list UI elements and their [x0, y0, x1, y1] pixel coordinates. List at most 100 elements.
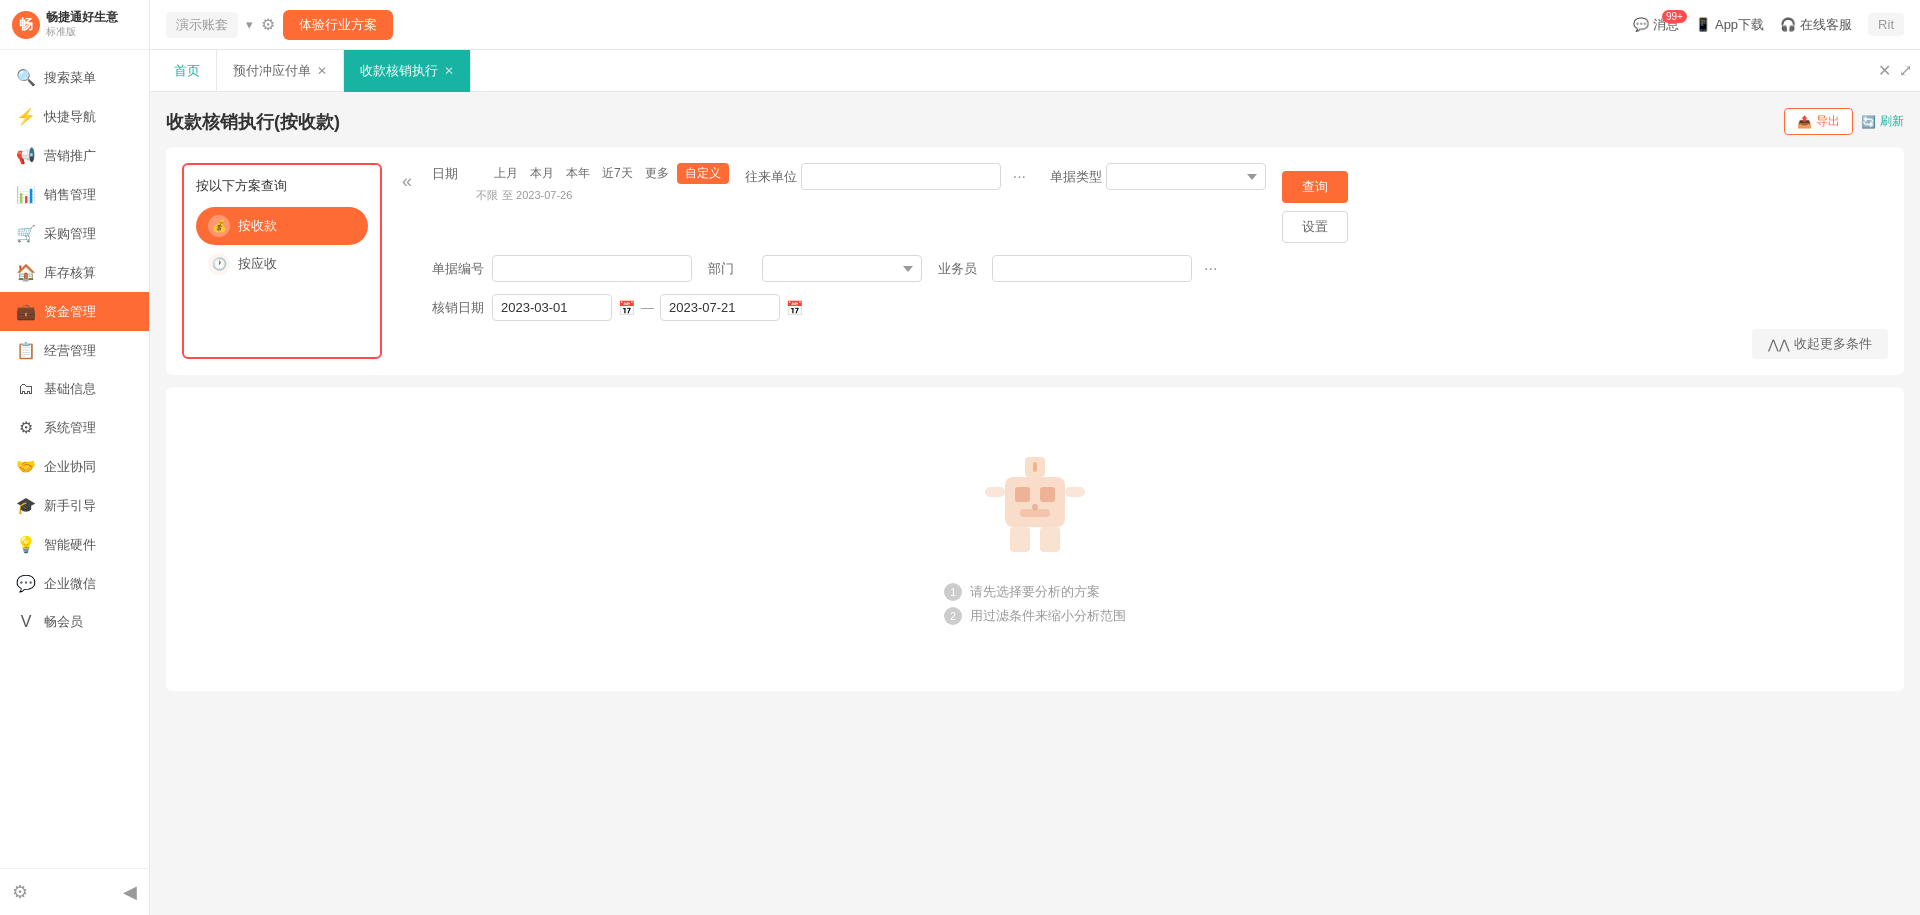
- doc-type-label: 单据类型: [1050, 168, 1102, 186]
- page-header: 收款核销执行(按收款) 📤 导出 🔄 刷新: [166, 108, 1904, 135]
- tab-prepay-close[interactable]: ✕: [317, 64, 327, 78]
- filter-row-3: 核销日期 📅 — 📅: [432, 294, 1888, 321]
- partner-field: 往来单位 ···: [745, 163, 1034, 190]
- sidebar-bottom: ⚙ ◀: [0, 868, 149, 915]
- receivable-label: 按应收: [238, 255, 277, 273]
- sidebar-item-采购管理[interactable]: 🛒采购管理: [0, 214, 149, 253]
- sidebar-item-新手引导[interactable]: 🎓新手引导: [0, 486, 149, 525]
- solution-button[interactable]: 体验行业方案: [283, 10, 393, 40]
- settings-gear-icon[interactable]: ⚙: [261, 15, 275, 34]
- tab-writeoff[interactable]: 收款核销执行 ✕: [344, 50, 471, 92]
- svg-rect-9: [1040, 527, 1060, 552]
- tab-home[interactable]: 首页: [158, 50, 217, 92]
- writeoff-start-input[interactable]: [492, 294, 612, 321]
- partner-more-icon[interactable]: ···: [1005, 168, 1034, 186]
- date-last-7days[interactable]: 近7天: [598, 163, 637, 184]
- doc-no-input[interactable]: [492, 255, 692, 282]
- svg-point-10: [1032, 504, 1038, 510]
- sidebar-item-企业微信[interactable]: 💬企业微信: [0, 564, 149, 603]
- nav-icon: ⚡: [16, 107, 36, 126]
- sidebar-item-智能硬件[interactable]: 💡智能硬件: [0, 525, 149, 564]
- close-window-icon[interactable]: ✕: [1878, 61, 1891, 80]
- nav-icon: V: [16, 613, 36, 631]
- doc-type-select[interactable]: [1106, 163, 1266, 190]
- sidebar-item-基础信息[interactable]: 🗂基础信息: [0, 370, 149, 408]
- staff-more-icon[interactable]: ···: [1196, 260, 1225, 278]
- sidebar-item-快捷导航[interactable]: ⚡ 快捷导航: [0, 97, 149, 136]
- staff-input[interactable]: [992, 255, 1192, 282]
- svg-rect-8: [1010, 527, 1030, 552]
- page-title: 收款核销执行(按收款): [166, 110, 340, 134]
- app-download-button[interactable]: 📱 App下载: [1695, 16, 1764, 34]
- writeoff-end-input[interactable]: [660, 294, 780, 321]
- settings-icon[interactable]: ⚙: [12, 881, 28, 903]
- date-more[interactable]: 更多: [641, 163, 673, 184]
- writeoff-start-cal-icon[interactable]: 📅: [618, 300, 635, 316]
- export-button[interactable]: 📤 导出: [1784, 108, 1853, 135]
- nav-icon: 📢: [16, 146, 36, 165]
- sidebar-item-销售管理[interactable]: 📊销售管理: [0, 175, 149, 214]
- date-this-year[interactable]: 本年: [562, 163, 594, 184]
- filter-option-by-receivable[interactable]: 🕐 按应收: [196, 245, 368, 283]
- writeoff-end-cal-icon[interactable]: 📅: [786, 300, 803, 316]
- sidebar-item-资金管理[interactable]: 💼资金管理: [0, 292, 149, 331]
- nav-icon: 🔍: [16, 68, 36, 87]
- nav-label: 采购管理: [44, 225, 96, 243]
- date-custom-btn[interactable]: 自定义: [677, 163, 729, 184]
- date-field: 日期 上月 本月 本年 近7天 更多 自定义 不限: [432, 163, 729, 203]
- query-button[interactable]: 查询: [1282, 171, 1348, 203]
- company-selector[interactable]: 演示账套: [166, 12, 238, 38]
- dept-select[interactable]: [762, 255, 922, 282]
- expand-window-icon[interactable]: ⤢: [1899, 61, 1912, 80]
- tabs-window-controls: ✕ ⤢: [1878, 61, 1912, 80]
- logo-text-group: 畅捷通好生意 标准版: [46, 10, 118, 38]
- empty-tips: 1 请先选择要分析的方案 2 用过滤条件来缩小分析范围: [944, 583, 1126, 631]
- partner-label: 往来单位: [745, 168, 797, 186]
- setting-button[interactable]: 设置: [1282, 211, 1348, 243]
- user-profile[interactable]: Rit: [1868, 13, 1904, 36]
- sidebar-item-营销推广[interactable]: 📢 营销推广: [0, 136, 149, 175]
- sidebar-item-经营管理[interactable]: 📋经营管理: [0, 331, 149, 370]
- tab-prepay[interactable]: 预付冲应付单 ✕: [217, 50, 344, 92]
- filter-row-2: 单据编号 部门 业务员 ···: [432, 255, 1888, 282]
- nav-label: 营销推广: [44, 147, 96, 165]
- nav-label: 企业协同: [44, 458, 96, 476]
- collapse-sidebar-icon[interactable]: ◀: [123, 881, 137, 903]
- filter-row-1: 日期 上月 本月 本年 近7天 更多 自定义 不限: [432, 163, 1888, 243]
- nav-icon: 🗂: [16, 380, 36, 398]
- nav-label: 智能硬件: [44, 536, 96, 554]
- partner-input[interactable]: [801, 163, 1001, 190]
- sidebar-item-企业协同[interactable]: 🤝企业协同: [0, 447, 149, 486]
- filter-collapse-button[interactable]: «: [394, 167, 420, 196]
- nav-label: 新手引导: [44, 497, 96, 515]
- tab-writeoff-close[interactable]: ✕: [444, 64, 454, 78]
- sidebar-item-搜索菜单[interactable]: 🔍搜索菜单: [0, 58, 149, 97]
- empty-tip-2: 2 用过滤条件来缩小分析范围: [944, 607, 1126, 625]
- message-button[interactable]: 💬 消息 99+: [1633, 16, 1679, 34]
- collapse-more-button[interactable]: ⋀⋀ 收起更多条件: [1752, 329, 1888, 359]
- sidebar-item-库存核算[interactable]: 🏠库存核算: [0, 253, 149, 292]
- tip-text-2: 用过滤条件来缩小分析范围: [970, 607, 1126, 625]
- doc-type-field: 单据类型: [1050, 163, 1266, 190]
- message-icon: 💬: [1633, 17, 1649, 32]
- date-this-month[interactable]: 本月: [526, 163, 558, 184]
- tab-bar: 首页 预付冲应付单 ✕ 收款核销执行 ✕ ✕ ⤢: [150, 50, 1920, 92]
- app-edition: 标准版: [46, 25, 118, 39]
- date-separator: —: [641, 300, 654, 315]
- nav-label: 快捷导航: [44, 108, 96, 126]
- refresh-button[interactable]: 🔄 刷新: [1861, 108, 1904, 135]
- app-logo: 畅 畅捷通好生意 标准版: [0, 0, 149, 50]
- online-service-button[interactable]: 🎧 在线客服: [1780, 16, 1852, 34]
- company-dropdown-icon[interactable]: ▾: [246, 17, 253, 32]
- svg-rect-2: [1040, 487, 1055, 502]
- receipt-label: 按收款: [238, 217, 277, 235]
- svg-rect-3: [1020, 509, 1050, 517]
- tip-num-2: 2: [944, 607, 962, 625]
- sidebar-item-畅会员[interactable]: V畅会员: [0, 603, 149, 641]
- refresh-label: 刷新: [1880, 113, 1904, 130]
- sidebar: 畅 畅捷通好生意 标准版 🔍搜索菜单 ⚡ 快捷导航 📢 营销推广 📊销售管理🛒采购管理🏠库…: [0, 0, 150, 915]
- sidebar-item-系统管理[interactable]: ⚙系统管理: [0, 408, 149, 447]
- filter-option-by-receipt[interactable]: 💰 按收款: [196, 207, 368, 245]
- date-last-month[interactable]: 上月: [490, 163, 522, 184]
- filter-panel: 按以下方案查询 💰 按收款 🕐 按应收 « 日期: [166, 147, 1904, 375]
